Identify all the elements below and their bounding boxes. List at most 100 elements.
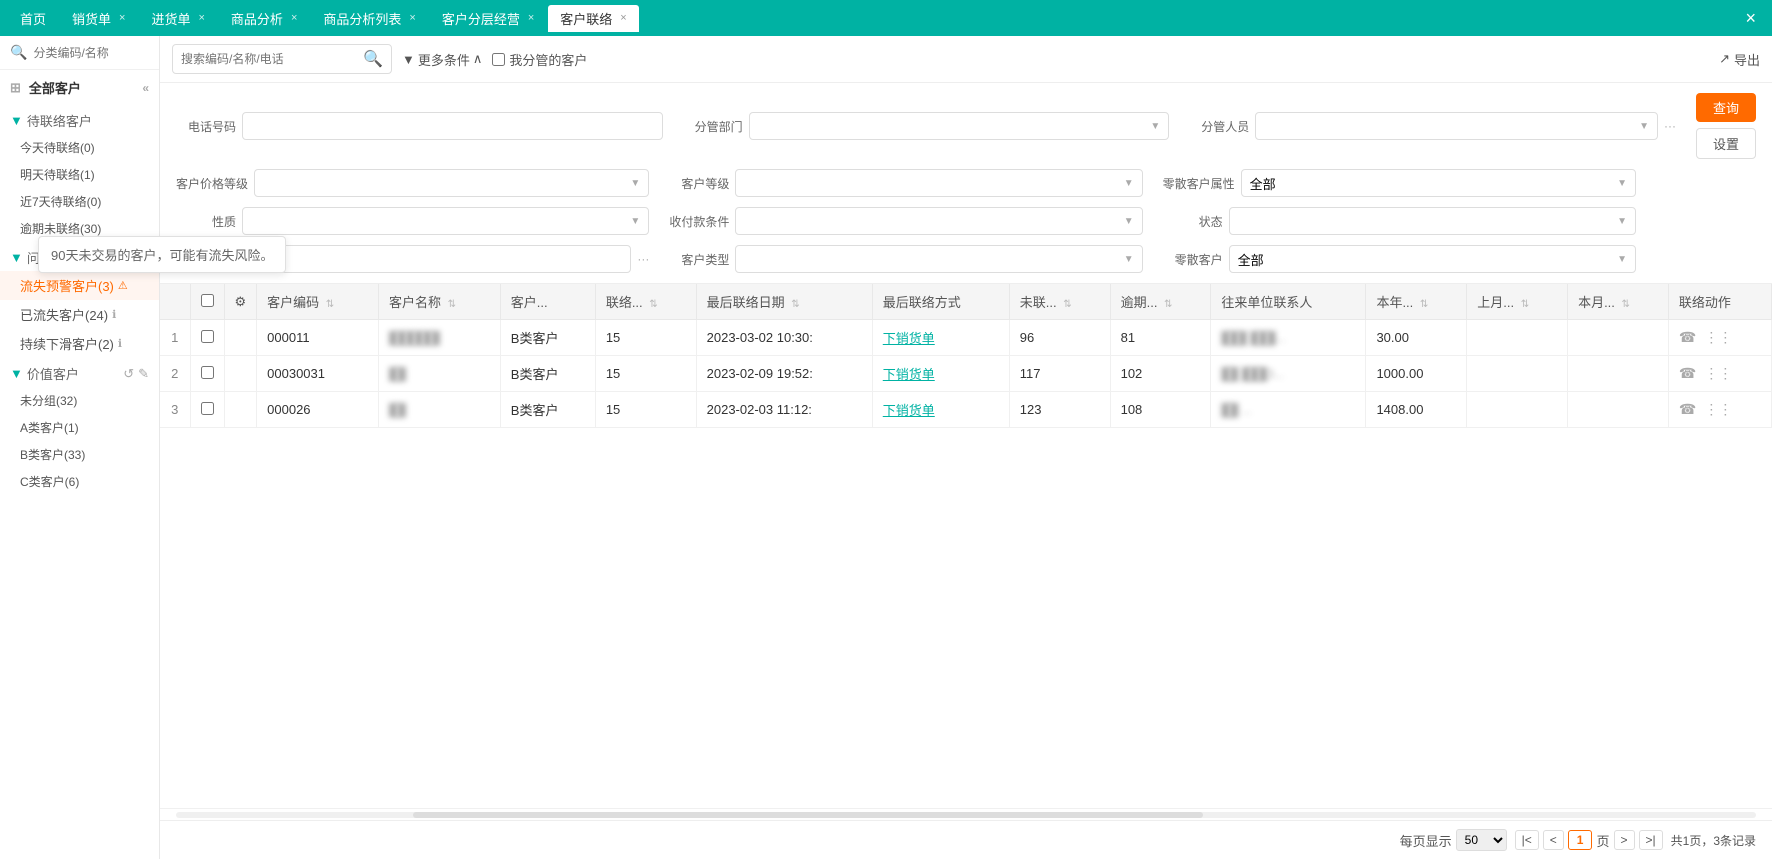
action-contact-1[interactable]: ☎: [1679, 365, 1696, 382]
nav-tab-purchase[interactable]: 进货单 ×: [139, 5, 216, 32]
sales-close-icon[interactable]: ×: [119, 12, 125, 24]
sidebar-item-declining[interactable]: 持续下滑客户(2) ℹ: [0, 329, 159, 358]
action-more-1[interactable]: ⋮⋮: [1704, 365, 1732, 382]
region-input[interactable]: [254, 245, 631, 273]
more-conditions-toggle[interactable]: ▼ 更多条件 ∧: [402, 50, 482, 69]
row-checkbox-2[interactable]: [190, 392, 224, 428]
scrollbar-thumb[interactable]: [413, 812, 1203, 818]
page-size-select[interactable]: 50 100 200: [1456, 829, 1507, 851]
nav-tab-sales[interactable]: 销货单 ×: [60, 5, 137, 32]
sidebar-item-churn-warning[interactable]: 流失预警客户(3) ⚠: [0, 271, 159, 300]
row-last-method-0[interactable]: 下销货单: [872, 320, 1009, 356]
nav-tab-analysis-list[interactable]: 商品分析列表 ×: [311, 5, 427, 32]
settings-button[interactable]: 设置: [1696, 128, 1756, 159]
row-action-2: ☎ ⋮⋮: [1668, 392, 1771, 428]
action-contact-0[interactable]: ☎: [1679, 329, 1696, 346]
retail-attr-select[interactable]: 全部 ▼: [1241, 169, 1636, 197]
sidebar-search-input[interactable]: [33, 46, 160, 60]
row-code-0: 000011: [257, 320, 379, 356]
action-more-0[interactable]: ⋮⋮: [1704, 329, 1732, 346]
nav-tab-home[interactable]: 首页: [8, 5, 58, 32]
sidebar-item-class-a[interactable]: A类客户(1): [0, 414, 159, 441]
sidebar-all-customers[interactable]: ⊞ 全部客户 «: [0, 70, 159, 105]
row-action-1: ☎ ⋮⋮: [1668, 356, 1771, 392]
row-last-method-2[interactable]: 下销货单: [872, 392, 1009, 428]
row-action-0: ☎ ⋮⋮: [1668, 320, 1771, 356]
row-checkbox-0[interactable]: [190, 320, 224, 356]
row-checkbox-1[interactable]: [190, 356, 224, 392]
next-page-button[interactable]: >: [1614, 830, 1635, 850]
table-row: 1 000011 ██████ B类客户 15 2023-03-02 10:30…: [160, 320, 1772, 356]
sidebar-item-churned[interactable]: 已流失客户(24) ℹ: [0, 300, 159, 329]
customer-type-select[interactable]: ▼: [735, 245, 1142, 273]
sidebar-item-7days[interactable]: 近7天待联络(0): [0, 188, 159, 215]
refresh-icon[interactable]: ↺: [123, 366, 134, 382]
filter-dept: 分管部门 ▼: [683, 112, 1170, 140]
payment-select[interactable]: ▼: [735, 207, 1142, 235]
window-close-button[interactable]: ×: [1737, 8, 1764, 29]
my-customers-checkbox[interactable]: [492, 53, 505, 66]
phone-input[interactable]: [242, 112, 663, 140]
price-grade-select[interactable]: ▼: [254, 169, 649, 197]
action-contact-2[interactable]: ☎: [1679, 401, 1696, 418]
th-settings[interactable]: ⚙: [224, 284, 257, 320]
prev-page-button[interactable]: <: [1543, 830, 1564, 850]
retail-customer-select[interactable]: 全部 ▼: [1229, 245, 1636, 273]
row-last-date-0: 2023-03-02 10:30:: [696, 320, 872, 356]
customer-contact-close-icon[interactable]: ×: [620, 12, 626, 24]
my-customers-toggle[interactable]: 我分管的客户: [492, 50, 587, 69]
th-no-contact[interactable]: 未联... ⇅: [1009, 284, 1110, 320]
th-this-year[interactable]: 本年... ⇅: [1366, 284, 1467, 320]
analysis-list-close-icon[interactable]: ×: [409, 12, 415, 24]
row-last-method-1[interactable]: 下销货单: [872, 356, 1009, 392]
edit-icon[interactable]: ✎: [138, 366, 149, 382]
this-year-sort-icon: ⇅: [1420, 299, 1428, 310]
group-value-customers[interactable]: ▼ 价值客户 ↺ ✎: [0, 358, 159, 387]
last-page-button[interactable]: >|: [1639, 830, 1663, 850]
filter-person: 分管人员 ▼ ···: [1189, 112, 1676, 140]
th-overdue[interactable]: 逾期... ⇅: [1110, 284, 1211, 320]
sidebar-item-class-b[interactable]: B类客户(33): [0, 441, 159, 468]
row-settings-2: [224, 392, 257, 428]
th-last-month[interactable]: 上月... ⇅: [1467, 284, 1568, 320]
row-contact-0: 15: [595, 320, 696, 356]
first-page-button[interactable]: |<: [1515, 830, 1539, 850]
th-checkbox: [190, 284, 224, 320]
region-dots[interactable]: ···: [637, 252, 649, 266]
customer-grade-select[interactable]: ▼: [735, 169, 1142, 197]
search-button[interactable]: 🔍: [363, 49, 383, 69]
scrollbar-track: [176, 812, 1756, 818]
export-button[interactable]: ↗ 导出: [1719, 50, 1760, 69]
sidebar-item-ungroup[interactable]: 未分组(32): [0, 387, 159, 414]
analysis-close-icon[interactable]: ×: [291, 12, 297, 24]
group-pending-contact[interactable]: ▼ 待联络客户: [0, 105, 159, 134]
sidebar-item-class-c[interactable]: C类客户(6): [0, 468, 159, 495]
customer-type-arrow: ▼: [1124, 254, 1134, 265]
sidebar-item-today[interactable]: 今天待联络(0): [0, 134, 159, 161]
nav-tab-customer-segment[interactable]: 客户分层经营 ×: [430, 5, 546, 32]
export-icon: ↗: [1719, 51, 1730, 67]
query-button[interactable]: 查询: [1696, 93, 1756, 122]
action-more-2[interactable]: ⋮⋮: [1704, 401, 1732, 418]
dept-select[interactable]: ▼: [749, 112, 1170, 140]
filter-status: 状态 ▼: [1163, 207, 1636, 235]
horizontal-scrollbar[interactable]: [160, 808, 1772, 820]
person-dots[interactable]: ···: [1664, 119, 1676, 133]
purchase-close-icon[interactable]: ×: [198, 12, 204, 24]
th-contact[interactable]: 联络... ⇅: [595, 284, 696, 320]
th-last-date[interactable]: 最后联络日期 ⇅: [696, 284, 872, 320]
th-this-month[interactable]: 本月... ⇅: [1568, 284, 1669, 320]
status-select[interactable]: ▼: [1229, 207, 1636, 235]
select-all-checkbox[interactable]: [201, 294, 214, 307]
nav-tab-analysis[interactable]: 商品分析 ×: [219, 5, 309, 32]
sidebar-item-tomorrow[interactable]: 明天待联络(1): [0, 161, 159, 188]
nature-select[interactable]: ▼: [242, 207, 649, 235]
person-select[interactable]: ▼: [1255, 112, 1658, 140]
th-name[interactable]: 客户名称 ⇅: [378, 284, 500, 320]
main-search-input[interactable]: [181, 52, 357, 66]
row-name-2: ██: [378, 392, 500, 428]
th-code[interactable]: 客户编码 ⇅: [257, 284, 379, 320]
nav-tab-customer-contact[interactable]: 客户联络 ×: [548, 5, 638, 32]
customer-segment-close-icon[interactable]: ×: [528, 12, 534, 24]
table-row: 2 00030031 ██ B类客户 15 2023-02-09 19:52: …: [160, 356, 1772, 392]
